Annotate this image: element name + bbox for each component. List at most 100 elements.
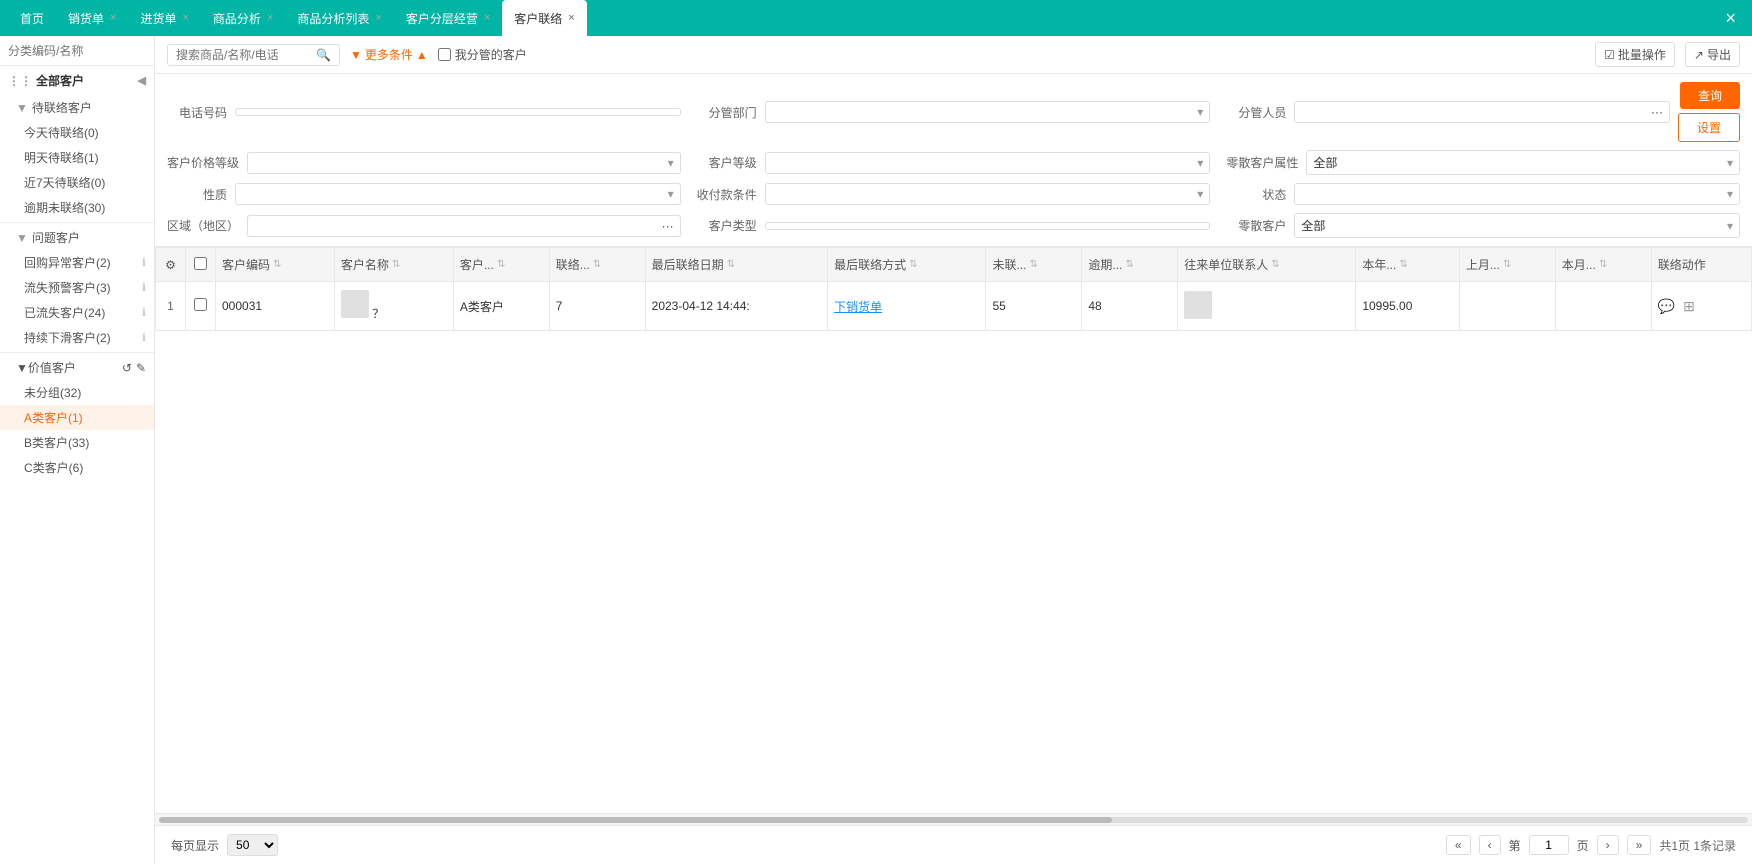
- export-button[interactable]: ↗ 导出: [1685, 42, 1740, 67]
- sidebar-problem-group[interactable]: ▼ 问题客户: [0, 225, 154, 250]
- search-input[interactable]: [176, 48, 316, 62]
- sidebar-item-overdue[interactable]: 逾期未联络(30): [0, 195, 154, 220]
- scrollbar-track: [159, 817, 1748, 823]
- sidebar-item-abnormal[interactable]: 回购异常客户(2) ℹ: [0, 250, 154, 275]
- close-icon[interactable]: ×: [182, 12, 188, 24]
- sort-icon[interactable]: ⇅: [1271, 259, 1279, 270]
- arrow-icon: ▼: [16, 231, 28, 245]
- close-icon[interactable]: ×: [484, 12, 490, 24]
- sidebar-item-lostwarning[interactable]: 流失预警客户(3) ℹ: [0, 275, 154, 300]
- col-partner: 往来单位联系人 ⇅: [1178, 248, 1356, 282]
- col-grade: 客户... ⇅: [453, 248, 549, 282]
- pay-input[interactable]: ▾: [765, 183, 1211, 205]
- sort-icon[interactable]: ⇅: [273, 259, 281, 270]
- my-customers-checkbox[interactable]: 我分管的客户: [438, 46, 527, 63]
- page-number-input[interactable]: [1529, 835, 1569, 855]
- sidebar-item-7days[interactable]: 近7天待联络(0): [0, 170, 154, 195]
- retail-attr-label: 零散客户属性: [1226, 154, 1298, 171]
- filter-type-row: 客户类型: [697, 213, 1211, 238]
- sidebar-item-a-class[interactable]: A类客户(1): [0, 405, 154, 430]
- close-icon[interactable]: ×: [267, 12, 273, 24]
- next-page-button[interactable]: ›: [1597, 835, 1619, 855]
- row-overdue: 48: [1082, 282, 1178, 331]
- my-customers-check[interactable]: [438, 48, 451, 61]
- arrow-icon: ▼: [16, 361, 28, 375]
- dept-input[interactable]: ▾: [765, 101, 1211, 123]
- page-size-label: 每页显示: [171, 837, 219, 854]
- message-icon[interactable]: 💬: [1658, 298, 1675, 315]
- content-area: 🔍 ▼ 更多条件 ▲ 我分管的客户 ☑ 批量操作 ↗ 导出: [155, 36, 1752, 864]
- gender-input[interactable]: ▾: [235, 183, 681, 205]
- sidebar-item-declining[interactable]: 持续下滑客户(2) ℹ: [0, 325, 154, 350]
- col-grade-label: 客户...: [460, 256, 494, 273]
- sidebar-search-input[interactable]: [8, 44, 155, 58]
- sort-icon[interactable]: ⇅: [593, 259, 601, 270]
- tab-sales[interactable]: 销货单 ×: [56, 0, 128, 36]
- dots-icon: ⋮⋮: [8, 74, 32, 88]
- sidebar-item-c-class[interactable]: C类客户(6): [0, 455, 154, 480]
- tab-customer-segment[interactable]: 客户分层经营 ×: [394, 0, 502, 36]
- sort-icon[interactable]: ⇅: [1029, 259, 1037, 270]
- tab-purchase[interactable]: 进货单 ×: [128, 0, 200, 36]
- filter-status-row: 状态 ▾: [1226, 183, 1740, 205]
- close-icon[interactable]: ×: [568, 12, 574, 24]
- sidebar-all-header[interactable]: ⋮⋮ 全部客户 ◀: [0, 66, 154, 95]
- row-checkbox[interactable]: [194, 298, 207, 311]
- batch-op-button[interactable]: ☑ 批量操作: [1595, 42, 1675, 67]
- sort-icon[interactable]: ⇅: [727, 259, 735, 270]
- manager-input[interactable]: ···: [1294, 101, 1670, 123]
- sort-icon[interactable]: ⇅: [1125, 259, 1133, 270]
- qr-icon[interactable]: ⊞: [1683, 298, 1695, 315]
- avatar: [341, 290, 369, 318]
- col-settings[interactable]: ⚙: [156, 248, 186, 282]
- filter-bar: 🔍 ▼ 更多条件 ▲ 我分管的客户 ☑ 批量操作 ↗ 导出: [155, 36, 1752, 74]
- tab-customer-contact[interactable]: 客户联络 ×: [502, 0, 586, 36]
- tab-goods-analysis[interactable]: 商品分析 ×: [201, 0, 285, 36]
- select-all-checkbox[interactable]: [194, 257, 207, 270]
- prev-page-button[interactable]: ‹: [1479, 835, 1501, 855]
- sort-icon[interactable]: ⇅: [1599, 259, 1607, 270]
- grade-input[interactable]: ▾: [765, 152, 1211, 174]
- page-nav: « ‹ 第 页 › » 共1页 1条记录: [1446, 835, 1736, 855]
- sidebar-pending-group[interactable]: ▼ 待联络客户: [0, 95, 154, 120]
- sidebar-item-b-class[interactable]: B类客户(33): [0, 430, 154, 455]
- search-icon: 🔍: [316, 48, 331, 62]
- close-all-button[interactable]: ×: [1717, 8, 1744, 29]
- sort-icon[interactable]: ⇅: [1503, 259, 1511, 270]
- close-icon[interactable]: ×: [375, 12, 381, 24]
- edit-icon[interactable]: ✎: [136, 361, 146, 375]
- horizontal-scrollbar[interactable]: [155, 813, 1752, 825]
- sidebar-item-ungrouped[interactable]: 未分组(32): [0, 380, 154, 405]
- sort-icon[interactable]: ⇅: [909, 259, 917, 270]
- type-input[interactable]: [765, 222, 1211, 230]
- sidebar-item-tomorrow[interactable]: 明天待联络(1): [0, 145, 154, 170]
- last-method-link[interactable]: 下销货单: [834, 300, 882, 314]
- more-conditions-button[interactable]: ▼ 更多条件 ▲: [350, 46, 428, 63]
- retail-attr-input[interactable]: 全部 ▾: [1306, 150, 1740, 175]
- col-lastdate-label: 最后联络日期: [652, 256, 724, 273]
- refresh-icon[interactable]: ↺: [122, 361, 132, 375]
- retail-input[interactable]: 全部 ▾: [1294, 213, 1740, 238]
- filter-pay-row: 收付款条件 ▾: [697, 183, 1211, 205]
- tab-goods-list[interactable]: 商品分析列表 ×: [285, 0, 393, 36]
- sort-icon[interactable]: ⇅: [497, 259, 505, 270]
- price-input[interactable]: ▾: [247, 152, 681, 174]
- sort-icon[interactable]: ⇅: [1399, 259, 1407, 270]
- first-page-button[interactable]: «: [1446, 835, 1471, 855]
- scrollbar-thumb[interactable]: [159, 817, 1112, 823]
- sidebar-item-lost[interactable]: 已流失客户(24) ℹ: [0, 300, 154, 325]
- sidebar-item-today[interactable]: 今天待联络(0): [0, 120, 154, 145]
- page-size-select[interactable]: 50 100 200: [227, 834, 278, 856]
- last-page-button[interactable]: »: [1627, 835, 1652, 855]
- query-button[interactable]: 查询: [1680, 82, 1740, 109]
- collapse-icon[interactable]: ◀: [138, 74, 146, 87]
- phone-input[interactable]: [235, 108, 681, 116]
- phone-label: 电话号码: [167, 104, 227, 121]
- dropdown-arrow-icon: ▾: [1727, 156, 1733, 170]
- sort-icon[interactable]: ⇅: [392, 259, 400, 270]
- close-icon[interactable]: ×: [110, 12, 116, 24]
- settings-button[interactable]: 设置: [1678, 113, 1740, 142]
- tab-home[interactable]: 首页: [8, 0, 56, 36]
- status-input[interactable]: ▾: [1294, 183, 1740, 205]
- region-input[interactable]: ···: [247, 215, 681, 237]
